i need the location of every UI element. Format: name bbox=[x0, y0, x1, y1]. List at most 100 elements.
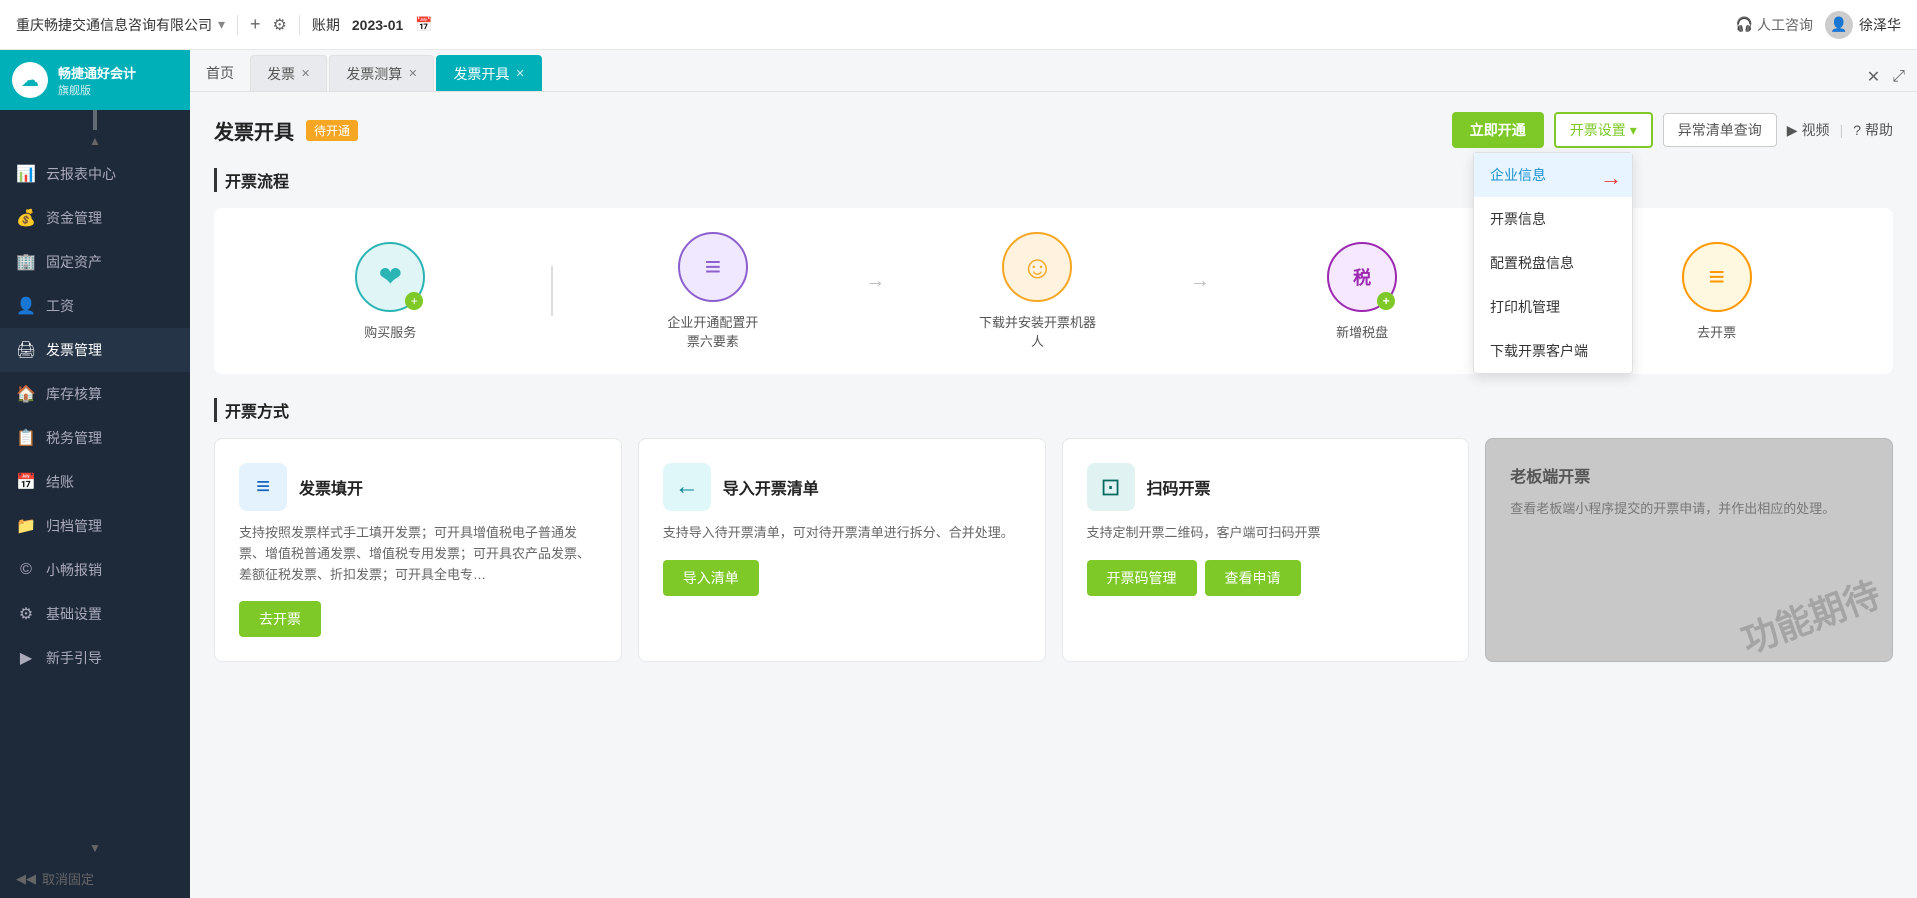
scroll-down-btn[interactable]: ▼ bbox=[0, 837, 190, 859]
company-selector[interactable]: 重庆畅捷交通信息咨询有限公司 ▾ bbox=[16, 15, 225, 35]
fill-invoice-title: 发票填开 bbox=[299, 475, 363, 499]
nav-label-archive-mgmt: 归档管理 bbox=[46, 516, 102, 536]
sidebar-item-basic-settings[interactable]: ⚙ 基础设置 bbox=[0, 592, 190, 636]
nav-label-fixed-assets: 固定资产 bbox=[46, 252, 102, 272]
flow-step-1-icon: ❤ + bbox=[355, 242, 425, 312]
tab-invoice-calc[interactable]: 发票测算 ✕ bbox=[329, 55, 434, 91]
flow-step-2-label: 企业开通配置开票六要素 bbox=[663, 312, 763, 350]
add-icon[interactable]: + bbox=[250, 14, 261, 35]
tab-bar: 首页 发票 ✕ 发票测算 ✕ 发票开具 ✕ ✕ ⤢ bbox=[190, 50, 1917, 92]
cancel-pin-label: 取消固定 bbox=[42, 869, 94, 888]
method-scan-header: ⊡ 扫码开票 bbox=[1087, 463, 1445, 511]
flow-step-4-label: 新增税盘 bbox=[1336, 322, 1388, 341]
dropdown-company-info-label: 企业信息 bbox=[1490, 167, 1546, 183]
period-value: 2023-01 bbox=[352, 17, 403, 33]
dropdown-download-client-label: 下载开票客户端 bbox=[1490, 343, 1588, 359]
tab-maximize-btn[interactable]: ⤢ bbox=[1888, 64, 1909, 90]
nav-icon-tax-mgmt: 📋 bbox=[16, 428, 36, 448]
import-list-actions: 导入清单 bbox=[663, 560, 1021, 596]
sidebar-item-archive-mgmt[interactable]: 📁归档管理 bbox=[0, 504, 190, 548]
scan-invoice-view-btn[interactable]: 查看申请 bbox=[1205, 560, 1301, 596]
boss-invoice-title: 老板端开票 bbox=[1510, 463, 1590, 487]
page-header: 发票开具 待开通 立即开通 开票设置 ▾ 异常清单查询 ▶ 视频 | ? bbox=[214, 112, 1893, 148]
help-label: 帮助 bbox=[1865, 120, 1893, 140]
sidebar: ☁ 畅捷通好会计 旗舰版 ▲ 📊云报表中心💰资金管理 🏢 固定资产 👤工资🖨发票管理🏠… bbox=[0, 50, 190, 898]
flow-steps: ❤ + 购买服务 ≡ 企业开通配置开票六要素 → bbox=[214, 208, 1893, 374]
flow-step-2: ≡ 企业开通配置开票六要素 bbox=[569, 232, 858, 350]
sidebar-item-cloud-report[interactable]: 📊云报表中心 bbox=[0, 152, 190, 196]
dropdown-item-tax-config[interactable]: 配置税盘信息 bbox=[1474, 241, 1632, 285]
period-label: 账期 bbox=[312, 15, 340, 35]
video-label: 视频 bbox=[1802, 120, 1830, 140]
main-layout: ☁ 畅捷通好会计 旗舰版 ▲ 📊云报表中心💰资金管理 🏢 固定资产 👤工资🖨发票管理🏠… bbox=[0, 50, 1917, 898]
settings-dropdown: 企业信息 开票信息 配置税盘信息 打印机管理 下载开票客户端 bbox=[1473, 152, 1633, 374]
separator: | bbox=[1840, 122, 1844, 138]
boss-invoice-desc: 查看老板端小程序提交的开票申请，并作出相应的处理。 bbox=[1510, 499, 1868, 520]
flow-step-3-icon: ☺ bbox=[1002, 232, 1072, 302]
video-btn[interactable]: ▶ 视频 bbox=[1787, 120, 1830, 140]
nav-label-basic-settings: 基础设置 bbox=[46, 604, 102, 624]
sidebar-item-settlement[interactable]: 📅结账 bbox=[0, 460, 190, 504]
nav-label-xiaochang: 小畅报销 bbox=[46, 560, 102, 580]
flow-section-title: 开票流程 bbox=[214, 168, 1893, 192]
activate-btn[interactable]: 立即开通 bbox=[1452, 112, 1544, 148]
import-list-desc: 支持导入待开票清单，可对待开票清单进行拆分、合并处理。 bbox=[663, 523, 1021, 544]
tab-home[interactable]: 首页 bbox=[190, 55, 250, 91]
boss-overlay-text: 功能期待 bbox=[1733, 566, 1886, 662]
fill-invoice-btn[interactable]: 去开票 bbox=[239, 601, 321, 637]
sidebar-item-inventory[interactable]: 🏠库存核算 bbox=[0, 372, 190, 416]
method-card-boss: 老板端开票 查看老板端小程序提交的开票申请，并作出相应的处理。 功能期待 bbox=[1485, 438, 1893, 662]
sidebar-item-invoice-mgmt[interactable]: 🖨发票管理 bbox=[0, 328, 190, 372]
nav-label-payroll: 工资 bbox=[46, 296, 74, 316]
import-list-icon: ← bbox=[663, 463, 711, 511]
tab-invoice-calc-close[interactable]: ✕ bbox=[408, 67, 417, 80]
nav-icon-basic-settings: ⚙ bbox=[16, 604, 36, 624]
nav-icon-xiaochang: © bbox=[16, 561, 36, 579]
nav-icon-fixed-assets: 🏢 bbox=[16, 252, 36, 272]
sidebar-item-xiaochang[interactable]: © 小畅报销 bbox=[0, 548, 190, 592]
logo-icon: ☁ bbox=[12, 62, 48, 98]
page-title: 发票开具 bbox=[214, 116, 294, 145]
import-list-title: 导入开票清单 bbox=[723, 475, 819, 499]
company-name: 重庆畅捷交通信息咨询有限公司 bbox=[16, 15, 212, 35]
dropdown-tax-config-label: 配置税盘信息 bbox=[1490, 255, 1574, 271]
scroll-up-indicator bbox=[93, 110, 97, 130]
sidebar-item-fixed-assets[interactable]: 🏢 固定资产 bbox=[0, 240, 190, 284]
import-list-btn[interactable]: 导入清单 bbox=[663, 560, 759, 596]
cancel-pin-btn[interactable]: ◀◀ 取消固定 bbox=[0, 859, 190, 898]
dropdown-item-download-client[interactable]: 下载开票客户端 bbox=[1474, 329, 1632, 373]
tab-close-all-btn[interactable]: ✕ bbox=[1863, 63, 1884, 91]
flow-section: 开票流程 ❤ + 购买服务 ≡ bbox=[214, 168, 1893, 374]
fill-invoice-desc: 支持按照发票样式手工填开发票；可开具增值税电子普通发票、增值税普通发票、增值税专… bbox=[239, 523, 597, 585]
sidebar-item-fund-mgmt[interactable]: 💰资金管理 bbox=[0, 196, 190, 240]
user-menu[interactable]: 👤 徐泽华 bbox=[1825, 11, 1901, 39]
tab-invoice-issue[interactable]: 发票开具 ✕ bbox=[436, 55, 541, 91]
nav-label-cloud-report: 云报表中心 bbox=[46, 164, 116, 184]
logo-main: 畅捷通好会计 bbox=[58, 63, 136, 82]
tab-invoice-close[interactable]: ✕ bbox=[301, 67, 310, 80]
flow-divider-1 bbox=[535, 266, 569, 316]
dropdown-item-printer-mgmt[interactable]: 打印机管理 bbox=[1474, 285, 1632, 329]
tab-invoice[interactable]: 发票 ✕ bbox=[250, 55, 327, 91]
play-icon: ▶ bbox=[1787, 122, 1798, 139]
calendar-icon[interactable]: 📅 bbox=[415, 16, 432, 33]
settings-btn[interactable]: 开票设置 ▾ bbox=[1554, 112, 1653, 148]
help-btn[interactable]: ? 帮助 bbox=[1853, 120, 1893, 140]
dropdown-item-invoice-info[interactable]: 开票信息 bbox=[1474, 197, 1632, 241]
sidebar-item-payroll[interactable]: 👤工资 bbox=[0, 284, 190, 328]
sidebar-item-new-guide[interactable]: ▶新手引导 bbox=[0, 636, 190, 680]
logo-text-block: 畅捷通好会计 旗舰版 bbox=[58, 63, 136, 98]
settings-icon[interactable]: ⚙ bbox=[273, 15, 287, 35]
sidebar-item-tax-mgmt[interactable]: 📋税务管理 bbox=[0, 416, 190, 460]
dropdown-printer-mgmt-label: 打印机管理 bbox=[1490, 299, 1560, 315]
scan-invoice-desc: 支持定制开票二维码，客户端可扫码开票 bbox=[1087, 523, 1445, 544]
support-button[interactable]: 🎧 人工咨询 bbox=[1736, 15, 1813, 35]
question-icon: ? bbox=[1853, 122, 1861, 138]
scan-invoice-qr-btn[interactable]: 开票码管理 bbox=[1087, 560, 1197, 596]
dropdown-item-company-info[interactable]: 企业信息 bbox=[1474, 153, 1632, 197]
tab-invoice-issue-close[interactable]: ✕ bbox=[515, 67, 524, 80]
scroll-up-btn[interactable]: ▲ bbox=[0, 130, 190, 152]
flow-arrow-2: → bbox=[1182, 270, 1218, 313]
scan-invoice-title: 扫码开票 bbox=[1147, 475, 1211, 499]
abnormal-btn[interactable]: 异常清单查询 bbox=[1663, 113, 1777, 147]
